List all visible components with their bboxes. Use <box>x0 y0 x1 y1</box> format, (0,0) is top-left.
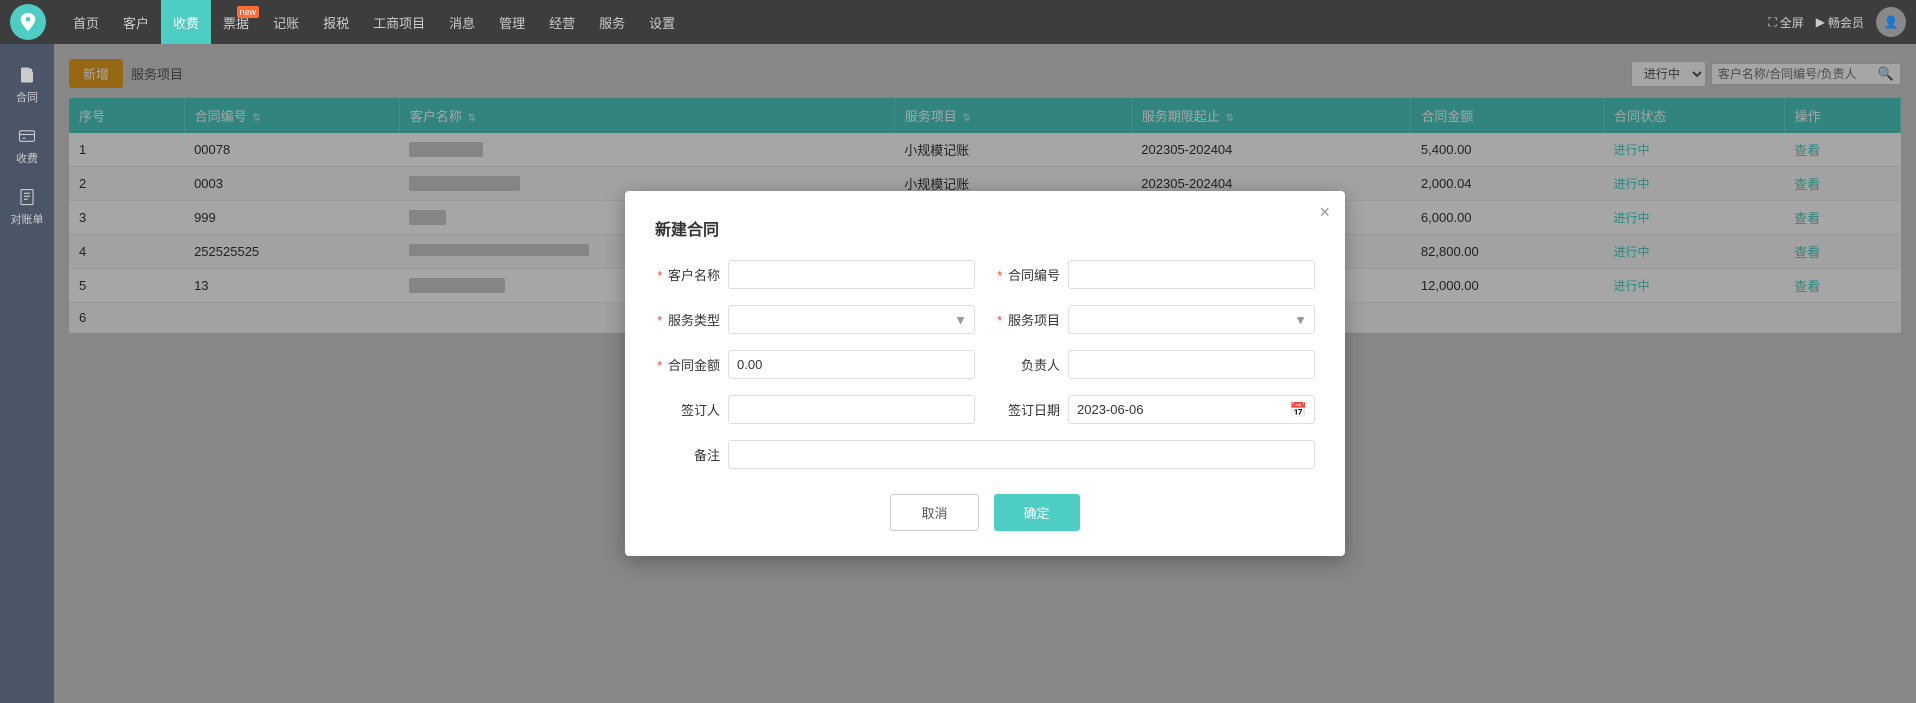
field-signer: 签订人 <box>655 395 975 424</box>
contract-no-input[interactable] <box>1068 260 1315 289</box>
nav-settings[interactable]: 设置 <box>637 0 687 44</box>
main-layout: 合同 收费 对账单 <box>0 44 1916 703</box>
content-area: 新增 服务项目 进行中 已完成 全部 🔍 序号 合同编 <box>54 44 1916 703</box>
required-star: * <box>657 268 662 283</box>
sidebar-item-fee[interactable]: 收费 <box>0 115 54 176</box>
app-logo[interactable] <box>10 4 46 40</box>
top-navigation: 首页 客户 收费 票据 new 记账 报税 工商项目 消息 管理 经营 服务 设… <box>0 0 1916 44</box>
nav-operation[interactable]: 经营 <box>537 0 587 44</box>
sidebar-statement-label: 对账单 <box>11 211 44 227</box>
nav-client[interactable]: 客户 <box>111 0 161 44</box>
field-service-item: * 服务项目 ▼ <box>995 305 1315 334</box>
nav-business[interactable]: 工商项目 <box>361 0 437 44</box>
new-badge: new <box>237 6 260 18</box>
field-contract-no: * 合同编号 <box>995 260 1315 289</box>
sidebar-contract-label: 合同 <box>16 89 38 105</box>
nav-home[interactable]: 首页 <box>61 0 111 44</box>
required-star: * <box>997 313 1002 328</box>
required-star: * <box>657 313 662 328</box>
nav-tax[interactable]: 报税 <box>311 0 361 44</box>
field-responsible: 负责人 <box>995 350 1315 379</box>
amount-input[interactable] <box>728 350 975 379</box>
calendar-icon[interactable]: 📅 <box>1290 401 1307 418</box>
nav-message[interactable]: 消息 <box>437 0 487 44</box>
required-star: * <box>657 358 662 373</box>
sign-date-input[interactable] <box>1068 395 1315 424</box>
field-client-name: * 客户名称 <box>655 260 975 289</box>
nav-fee[interactable]: 收费 <box>161 0 211 44</box>
fee-icon <box>16 125 38 147</box>
nav-bookkeeping[interactable]: 记账 <box>261 0 311 44</box>
modal-title: 新建合同 <box>655 216 1315 240</box>
nav-manage[interactable]: 管理 <box>487 0 537 44</box>
note-input[interactable] <box>728 440 1315 469</box>
nav-invoice[interactable]: 票据 new <box>211 0 261 44</box>
field-note: 备注 <box>655 440 1315 469</box>
responsible-input[interactable] <box>1068 350 1315 379</box>
client-name-input[interactable] <box>728 260 975 289</box>
sidebar-item-statement[interactable]: 对账单 <box>0 176 54 237</box>
required-star: * <box>997 268 1002 283</box>
new-contract-modal: × 新建合同 * 客户名称 * 合同编号 <box>625 191 1345 556</box>
confirm-button[interactable]: 确定 <box>994 494 1080 531</box>
nav-menu: 首页 客户 收费 票据 new 记账 报税 工商项目 消息 管理 经营 服务 设… <box>61 0 1768 44</box>
nav-service[interactable]: 服务 <box>587 0 637 44</box>
nav-right-actions: ⛶ 全屏 ▶ 畅会员 👤 <box>1768 7 1906 37</box>
fullscreen-button[interactable]: ⛶ 全屏 <box>1768 14 1803 31</box>
modal-overlay: × 新建合同 * 客户名称 * 合同编号 <box>54 44 1916 703</box>
sidebar-fee-label: 收费 <box>16 150 38 166</box>
modal-form: * 客户名称 * 合同编号 <box>655 260 1315 469</box>
service-item-select[interactable] <box>1068 305 1315 334</box>
sidebar: 合同 收费 对账单 <box>0 44 54 703</box>
avatar-icon: 👤 <box>1884 15 1899 29</box>
cancel-button[interactable]: 取消 <box>890 494 978 531</box>
vip-button[interactable]: ▶ 畅会员 <box>1816 14 1864 31</box>
modal-footer: 取消 确定 <box>655 494 1315 531</box>
modal-close-button[interactable]: × <box>1319 203 1330 221</box>
field-sign-date: 签订日期 📅 <box>995 395 1315 424</box>
service-type-select[interactable] <box>728 305 975 334</box>
statement-icon <box>16 186 38 208</box>
play-icon: ▶ <box>1816 15 1825 29</box>
field-service-type: * 服务类型 ▼ <box>655 305 975 334</box>
fullscreen-icon: ⛶ <box>1768 15 1776 30</box>
sidebar-item-contract[interactable]: 合同 <box>0 54 54 115</box>
signer-input[interactable] <box>728 395 975 424</box>
field-amount: * 合同金额 <box>655 350 975 379</box>
contract-icon <box>16 64 38 86</box>
user-avatar[interactable]: 👤 <box>1876 7 1906 37</box>
